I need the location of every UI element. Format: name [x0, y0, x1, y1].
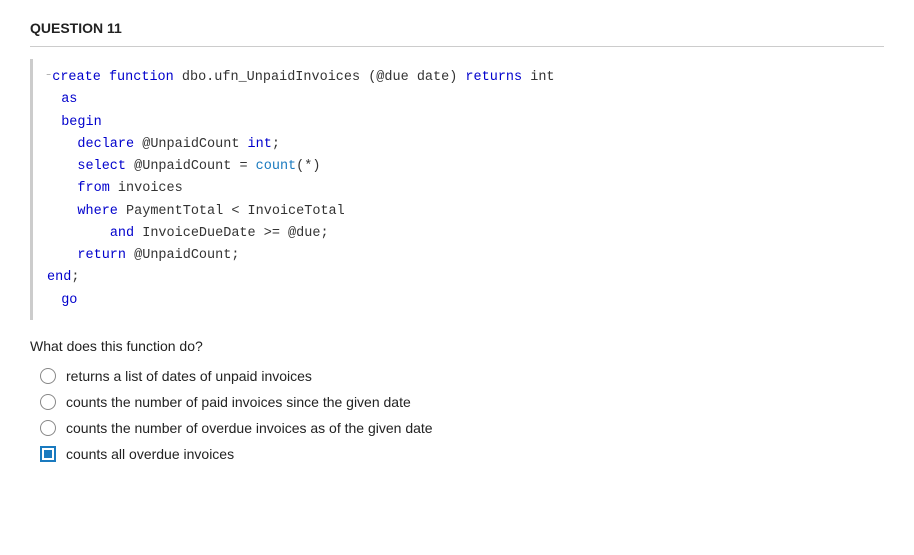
kw-returns: returns [465, 70, 530, 85]
question-title: QUESTION 11 [30, 20, 884, 36]
kw-end: end [47, 270, 71, 285]
kw-declare: declare [77, 137, 142, 152]
kw-as: as [61, 92, 77, 107]
code-semi2: ; [71, 270, 79, 285]
kw-begin: begin [61, 115, 102, 130]
option-2-label: counts the number of paid invoices since… [66, 394, 411, 410]
code-semi1: ; [272, 137, 280, 152]
code-return-val: @UnpaidCount; [134, 248, 239, 263]
option-4-label: counts all overdue invoices [66, 446, 234, 462]
kw-function: function [109, 70, 182, 85]
option-2[interactable]: counts the number of paid invoices since… [40, 394, 884, 410]
code-star: (*) [296, 159, 320, 174]
option-4[interactable]: counts all overdue invoices [40, 446, 884, 462]
kw-create: create [52, 70, 109, 85]
type-int: int [248, 137, 272, 152]
options-list: returns a list of dates of unpaid invoic… [30, 368, 884, 462]
question-text: What does this function do? [30, 338, 884, 354]
divider [30, 46, 884, 47]
fn-count: count [256, 159, 297, 174]
kw-go: go [61, 293, 77, 308]
kw-where: where [77, 204, 126, 219]
radio-3[interactable] [40, 420, 56, 436]
code-condition2: InvoiceDueDate >= @due; [142, 226, 328, 241]
code-plain: dbo.ufn_UnpaidInvoices (@due date) [182, 70, 466, 85]
kw-return: return [77, 248, 134, 263]
question-container: QUESTION 11 ⁻create function dbo.ufn_Unp… [30, 20, 884, 462]
code-unpaidcount-assign: @UnpaidCount = [134, 159, 256, 174]
code-unpaidcount-decl: @UnpaidCount [142, 137, 247, 152]
code-int: int [530, 70, 554, 85]
radio-1[interactable] [40, 368, 56, 384]
option-3-label: counts the number of overdue invoices as… [66, 420, 433, 436]
kw-from: from [77, 181, 118, 196]
radio-4-selected[interactable] [40, 446, 56, 462]
kw-and: and [110, 226, 142, 241]
option-1[interactable]: returns a list of dates of unpaid invoic… [40, 368, 884, 384]
radio-2[interactable] [40, 394, 56, 410]
option-3[interactable]: counts the number of overdue invoices as… [40, 420, 884, 436]
code-invoices: invoices [118, 181, 183, 196]
kw-select: select [77, 159, 134, 174]
code-block: ⁻create function dbo.ufn_UnpaidInvoices … [30, 59, 884, 320]
code-condition1: PaymentTotal < InvoiceTotal [126, 204, 345, 219]
option-1-label: returns a list of dates of unpaid invoic… [66, 368, 312, 384]
